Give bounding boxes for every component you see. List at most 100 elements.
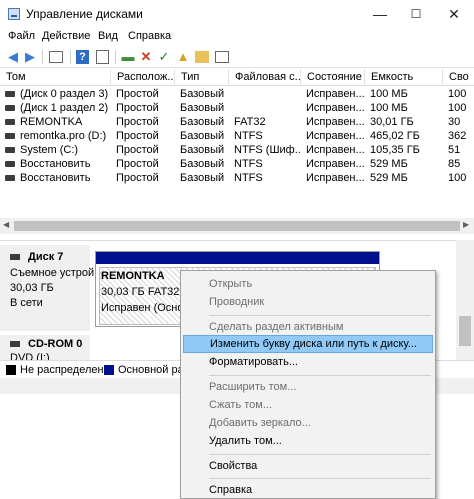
volume-filesystem: NTFS	[234, 172, 263, 184]
volume-layout: Простой	[116, 144, 159, 156]
volume-layout: Простой	[116, 130, 159, 142]
volume-list-header: Том Располож... Тип Файловая с... Состоя…	[0, 69, 474, 86]
volume-capacity: 100 МБ	[370, 102, 408, 114]
disk-info-disk7[interactable]: Диск 7 Съемное устрой 30,03 ГБ В сети	[0, 245, 94, 331]
menu-file[interactable]: Файл	[8, 30, 35, 42]
volume-name: Восстановить	[20, 172, 91, 184]
console-tree-icon[interactable]	[49, 51, 63, 63]
volume-name: (Диск 1 раздел 2)	[20, 102, 109, 114]
forward-arrow-icon[interactable]: ▶	[22, 49, 38, 65]
menu-item-extend-volume: Расширить том...	[209, 381, 297, 393]
volume-type: Базовый	[180, 88, 225, 100]
vertical-scrollbar[interactable]	[456, 240, 474, 360]
menu-separator	[209, 478, 431, 479]
table-row[interactable]: Восстановить Простой Базовый NTFS Исправ…	[0, 157, 474, 171]
window-title: Управление дисками	[26, 7, 143, 21]
volume-free: 51	[448, 144, 461, 156]
table-row[interactable]: Восстановить Простой Базовый NTFS Исправ…	[0, 171, 474, 185]
toolbar-separator	[70, 50, 71, 64]
back-arrow-icon[interactable]: ◀	[5, 49, 21, 65]
volume-name: System (C:)	[20, 144, 79, 156]
disk-management-icon	[8, 8, 20, 20]
check-icon[interactable]: ✓	[156, 49, 172, 65]
volume-free: 100	[448, 102, 467, 114]
menu-item-explorer: Проводник	[209, 296, 265, 308]
toolbar: ◀ ▶ ? ▬ ✕ ✓ ▲	[0, 46, 474, 68]
open-folder-icon[interactable]: ▲	[175, 49, 191, 65]
disk-type: Съемное устрой	[10, 267, 95, 279]
column-header-status[interactable]: Состояние	[300, 69, 364, 86]
menu-item-format[interactable]: Форматировать...	[183, 353, 433, 371]
column-header-layout[interactable]: Располож...	[110, 69, 174, 86]
volume-layout: Простой	[116, 158, 159, 170]
menu-item-add-mirror: Добавить зеркало...	[209, 417, 311, 429]
minimize-button[interactable]: —	[362, 0, 398, 28]
toolbar-separator	[115, 50, 116, 64]
list-view-icon[interactable]	[215, 51, 229, 63]
disk-management-window: Управление дисками — ☐ ✕ Файл Действие В…	[0, 0, 474, 499]
volume-status: Исправен...	[306, 158, 364, 170]
close-button[interactable]: ✕	[436, 0, 472, 28]
volume-filesystem: FAT32	[234, 116, 266, 128]
volume-status: Исправен...	[306, 116, 364, 128]
legend-swatch-unallocated	[6, 365, 16, 375]
column-header-capacity[interactable]: Емкость	[364, 69, 442, 86]
volume-free: 362	[448, 130, 467, 142]
volume-status: Исправен...	[306, 88, 364, 100]
column-header-filesystem[interactable]: Файловая с...	[228, 69, 300, 86]
menu-item-change-drive-letter[interactable]: Изменить букву диска или путь к диску...	[183, 335, 433, 353]
volume-capacity: 105,35 ГБ	[370, 144, 420, 156]
menu-item-delete-volume[interactable]: Удалить том...	[183, 432, 433, 450]
column-header-free[interactable]: Сво	[442, 69, 474, 86]
volume-status: Исправен...	[306, 102, 364, 114]
scroll-left-icon[interactable]: ◀	[3, 220, 9, 229]
menu-action[interactable]: Действие	[42, 30, 90, 42]
disk-info-cdrom0[interactable]: CD-ROM 0 DVD (I:)	[0, 335, 90, 364]
maximize-button[interactable]: ☐	[398, 0, 434, 28]
table-row[interactable]: (Диск 1 раздел 2) Простой Базовый Исправ…	[0, 101, 474, 115]
disk-name: CD-ROM 0	[28, 338, 83, 350]
volume-status: Исправен...	[306, 130, 364, 142]
column-header-volume[interactable]: Том	[0, 69, 110, 86]
scrollbar-thumb[interactable]	[14, 221, 460, 231]
volume-status: Исправен...	[306, 144, 364, 156]
help-icon[interactable]: ?	[76, 50, 89, 64]
volume-status: Исправен...	[306, 172, 364, 184]
disk-status: В сети	[10, 297, 43, 309]
volume-type: Базовый	[180, 116, 225, 128]
volume-type: Базовый	[180, 130, 225, 142]
table-row[interactable]: System (C:) Простой Базовый NTFS (Шиф...…	[0, 143, 474, 157]
menu-separator	[209, 315, 431, 316]
volume-capacity: 30,01 ГБ	[370, 116, 414, 128]
delete-icon[interactable]: ✕	[138, 49, 154, 65]
menu-separator	[209, 375, 431, 376]
volume-name: (Диск 0 раздел 3)	[20, 88, 109, 100]
table-row[interactable]: remontka.pro (D:) Простой Базовый NTFS И…	[0, 129, 474, 143]
scrollbar-thumb[interactable]	[459, 316, 471, 346]
legend-label-unallocated: Не распределена	[20, 364, 110, 376]
menu-item-properties[interactable]: Свойства	[183, 457, 433, 475]
menu-help[interactable]: Справка	[128, 30, 171, 42]
column-header-type[interactable]: Тип	[174, 69, 228, 86]
partition-name: REMONTKA	[101, 270, 165, 282]
volume-layout: Простой	[116, 88, 159, 100]
menu-view[interactable]: Вид	[98, 30, 118, 42]
volume-layout: Простой	[116, 116, 159, 128]
connect-icon[interactable]: ▬	[120, 49, 136, 65]
toolbar-separator	[42, 50, 43, 64]
volume-capacity: 100 МБ	[370, 88, 408, 100]
horizontal-scrollbar[interactable]: ◀ ▶	[0, 218, 474, 234]
help-folder-icon[interactable]	[195, 51, 209, 63]
menu-item-help[interactable]: Справка	[183, 481, 433, 499]
menu-bar: Файл Действие Вид Справка	[0, 28, 474, 46]
menu-item-open: Открыть	[209, 278, 253, 290]
scroll-right-icon[interactable]: ▶	[463, 220, 469, 229]
properties-icon[interactable]	[96, 50, 109, 64]
table-row[interactable]: REMONTKA Простой Базовый FAT32 Исправен.…	[0, 115, 474, 129]
menu-item-mark-active: Сделать раздел активным	[209, 321, 344, 333]
volume-filesystem: NTFS	[234, 130, 263, 142]
volume-filesystem	[228, 87, 300, 101]
cdrom-icon	[10, 341, 20, 347]
volume-type: Базовый	[180, 144, 225, 156]
table-row[interactable]: (Диск 0 раздел 3) Простой Базовый Исправ…	[0, 87, 474, 101]
